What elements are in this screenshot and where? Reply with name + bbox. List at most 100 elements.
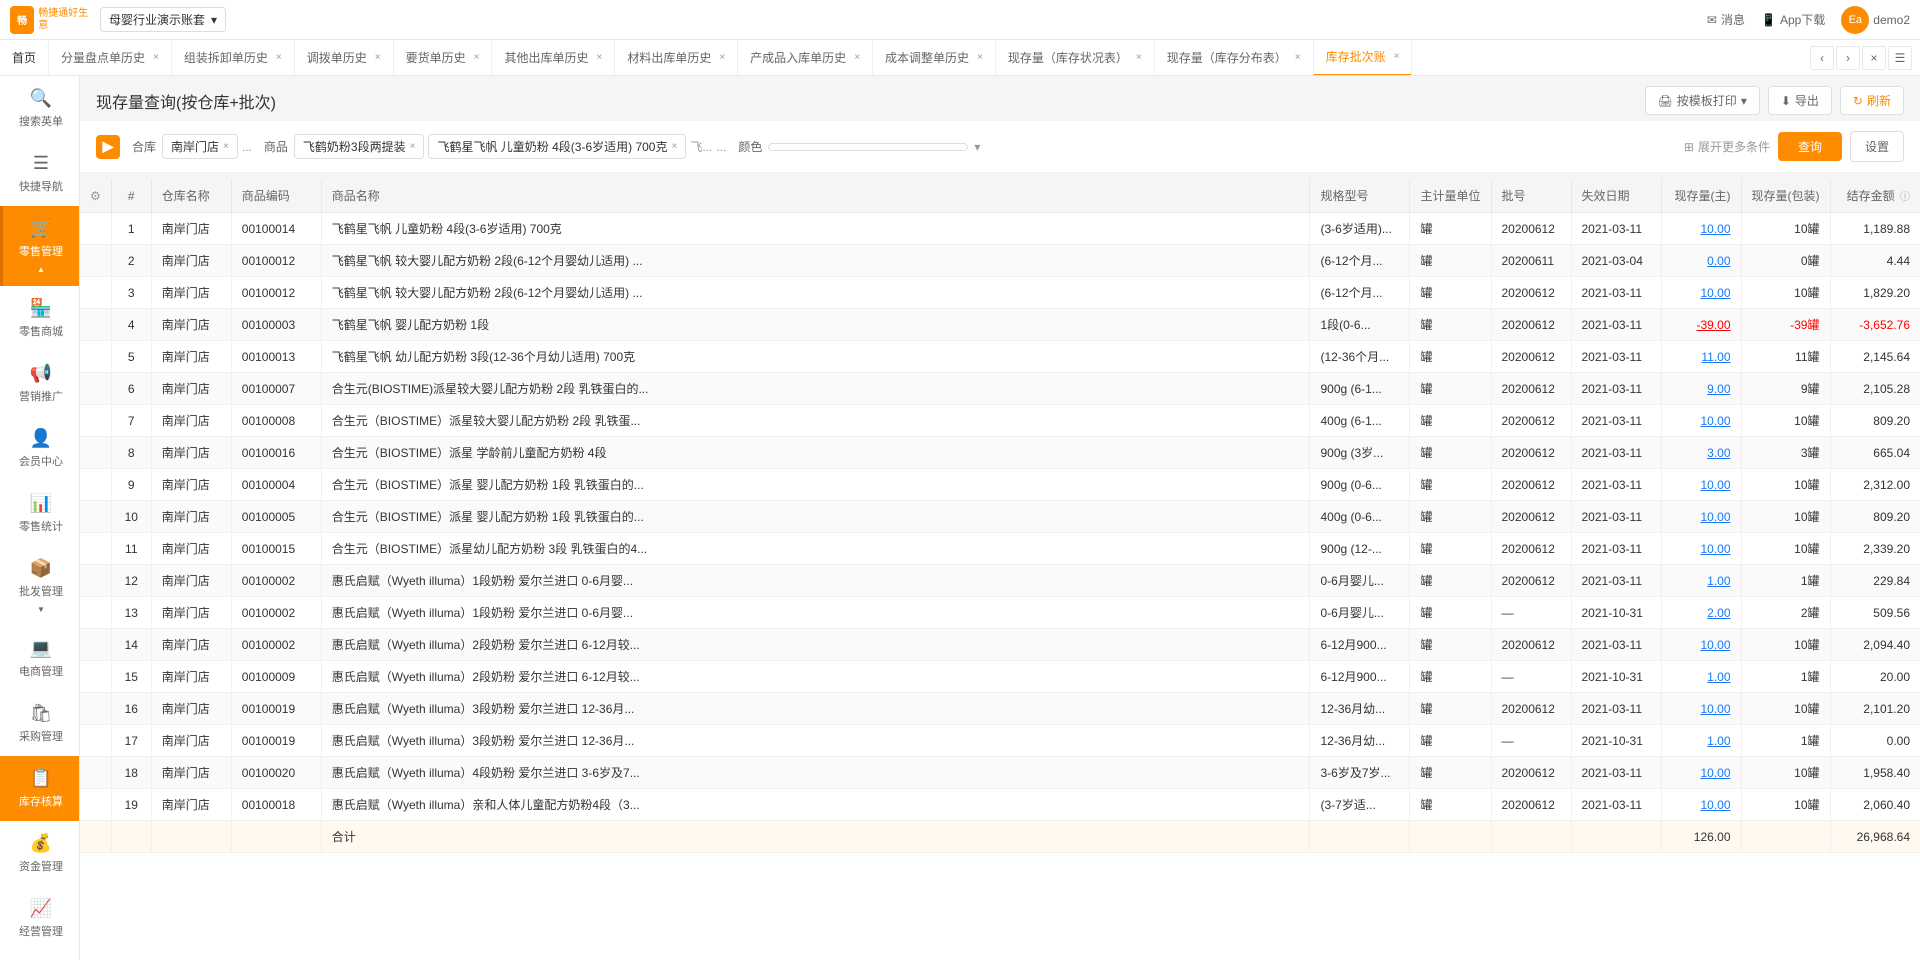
stock-main-value[interactable]: 0.00: [1707, 254, 1730, 268]
color-input[interactable]: [768, 143, 968, 151]
warehouse-tag[interactable]: 南岸门店 ×: [162, 134, 238, 159]
close-icon[interactable]: ×: [375, 52, 381, 63]
row-stock-main[interactable]: 0.00: [1661, 245, 1741, 277]
tab-xianccunzhuangkuang[interactable]: 现存量（库存状况表） ×: [996, 40, 1155, 76]
sidebar-item-member[interactable]: 👤 会员中心: [0, 416, 79, 481]
color-dropdown-icon[interactable]: ▾: [974, 140, 980, 154]
tab-diaobodanl[interactable]: 调拨单历史 ×: [295, 40, 394, 76]
sidebar-item-operations[interactable]: 📈 经营管理: [0, 886, 79, 951]
sidebar-item-purchase[interactable]: 🛍 采购管理: [0, 691, 79, 756]
print-btn[interactable]: 🖨 按模板打印 ▾: [1645, 86, 1760, 115]
sidebar-item-inventory[interactable]: 📋 库存核算: [0, 756, 79, 821]
stock-main-value[interactable]: 10.00: [1700, 478, 1730, 492]
sidebar-item-basic-info[interactable]: ℹ 基础信息: [0, 951, 79, 960]
close-icon[interactable]: ×: [474, 52, 480, 63]
close-icon[interactable]: ×: [977, 52, 983, 63]
tab-yaohuo[interactable]: 要货单历史 ×: [394, 40, 493, 76]
tab-next-btn[interactable]: ›: [1836, 46, 1860, 70]
stock-main-value[interactable]: 10.00: [1700, 702, 1730, 716]
tab-fenliangpandian[interactable]: 分量盘点单历史 ×: [49, 40, 172, 76]
tab-close-btn[interactable]: ×: [1862, 46, 1886, 70]
warehouse-more[interactable]: ...: [242, 140, 252, 154]
stock-main-value[interactable]: 10.00: [1700, 638, 1730, 652]
row-stock-main[interactable]: 11.00: [1661, 341, 1741, 373]
stock-main-value[interactable]: 3.00: [1707, 446, 1730, 460]
app-download-btn[interactable]: 📱 App下载: [1761, 11, 1825, 28]
refresh-btn[interactable]: ↻ 刷新: [1840, 86, 1904, 115]
row-stock-main[interactable]: 10.00: [1661, 533, 1741, 565]
stock-main-value[interactable]: 1.00: [1707, 734, 1730, 748]
row-stock-main[interactable]: 10.00: [1661, 693, 1741, 725]
tab-home[interactable]: 首页: [0, 40, 49, 76]
message-btn[interactable]: ✉ 消息: [1707, 11, 1745, 28]
product-tag-2-close[interactable]: ×: [671, 141, 677, 152]
row-stock-main[interactable]: 10.00: [1661, 405, 1741, 437]
close-icon[interactable]: ×: [153, 52, 159, 63]
user-area[interactable]: Ea demo2: [1841, 6, 1910, 34]
row-stock-main[interactable]: 10.00: [1661, 501, 1741, 533]
tab-cailiaochuku[interactable]: 材料出库单历史 ×: [615, 40, 738, 76]
product-tag-2[interactable]: 飞鹤星飞帆 儿童奶粉 4段(3-6岁适用) 700克 ×: [428, 134, 686, 159]
tab-chengchengruku[interactable]: 产成品入库单历史 ×: [738, 40, 873, 76]
row-stock-main[interactable]: 2.00: [1661, 597, 1741, 629]
tab-chengbentiaoj[interactable]: 成本调整单历史 ×: [873, 40, 996, 76]
stock-main-value[interactable]: 1.00: [1707, 574, 1730, 588]
expand-filter-btn[interactable]: ▶: [96, 135, 120, 159]
tab-prev-btn[interactable]: ‹: [1810, 46, 1834, 70]
row-stock-main[interactable]: 10.00: [1661, 757, 1741, 789]
stock-main-value[interactable]: 10.00: [1700, 414, 1730, 428]
stock-main-value[interactable]: 10.00: [1700, 798, 1730, 812]
tab-menu-btn[interactable]: ☰: [1888, 46, 1912, 70]
product-tag-1[interactable]: 飞鹤奶粉3段两提装 ×: [294, 134, 425, 159]
product-tag-1-close[interactable]: ×: [410, 141, 416, 152]
setting-btn[interactable]: 设置: [1850, 131, 1904, 162]
close-icon[interactable]: ×: [854, 52, 860, 63]
close-icon[interactable]: ×: [719, 52, 725, 63]
close-icon[interactable]: ×: [1295, 52, 1301, 63]
tab-kucunpici[interactable]: 库存批次账 ×: [1314, 40, 1413, 76]
sidebar-item-quicknav[interactable]: ☰ 快捷导航: [0, 141, 79, 206]
row-stock-main[interactable]: 10.00: [1661, 789, 1741, 821]
row-stock-main[interactable]: -39.00: [1661, 309, 1741, 341]
close-icon[interactable]: ×: [596, 52, 602, 63]
row-stock-main[interactable]: 1.00: [1661, 661, 1741, 693]
stock-main-value[interactable]: 10.00: [1700, 510, 1730, 524]
stock-main-value[interactable]: 2.00: [1707, 606, 1730, 620]
row-stock-main[interactable]: 10.00: [1661, 277, 1741, 309]
product-more-btn[interactable]: ...: [716, 140, 726, 154]
sidebar-item-ecommerce[interactable]: 💻 电商管理: [0, 626, 79, 691]
settings-icon[interactable]: ⚙: [90, 189, 101, 203]
sidebar-item-finance[interactable]: 💰 资金管理: [0, 821, 79, 886]
close-icon[interactable]: ×: [276, 52, 282, 63]
expand-conditions-btn[interactable]: ⊞ 展开更多条件: [1684, 138, 1770, 155]
row-stock-main[interactable]: 9.00: [1661, 373, 1741, 405]
row-stock-main[interactable]: 1.00: [1661, 725, 1741, 757]
sidebar-item-search[interactable]: 🔍 搜索英单: [0, 76, 79, 141]
close-icon[interactable]: ×: [1394, 51, 1400, 62]
stock-main-value[interactable]: 10.00: [1700, 286, 1730, 300]
tab-zuzhuangchaiqian[interactable]: 组装拆卸单历史 ×: [172, 40, 295, 76]
row-stock-main[interactable]: 10.00: [1661, 469, 1741, 501]
balance-info-icon[interactable]: ⓘ: [1900, 192, 1910, 203]
sidebar-item-retail-stat[interactable]: 📊 零售统计: [0, 481, 79, 546]
sidebar-item-marketing[interactable]: 📢 营销推广: [0, 351, 79, 416]
row-stock-main[interactable]: 10.00: [1661, 213, 1741, 245]
sidebar-item-retail-mgmt[interactable]: 🛒 零售管理 ▲: [0, 206, 79, 286]
stock-main-value[interactable]: 10.00: [1700, 542, 1730, 556]
warehouse-tag-close[interactable]: ×: [223, 141, 229, 152]
query-btn[interactable]: 查询: [1778, 132, 1842, 161]
stock-main-value[interactable]: 9.00: [1707, 382, 1730, 396]
row-stock-main[interactable]: 3.00: [1661, 437, 1741, 469]
stock-main-value[interactable]: 10.00: [1700, 222, 1730, 236]
stock-main-value[interactable]: 11.00: [1701, 350, 1730, 364]
close-icon[interactable]: ×: [1136, 52, 1142, 63]
stock-main-value[interactable]: 10.00: [1700, 766, 1730, 780]
row-stock-main[interactable]: 1.00: [1661, 565, 1741, 597]
sidebar-item-wholesale[interactable]: 📦 批发管理 ▼: [0, 546, 79, 626]
tab-xiancunfenbu[interactable]: 现存量（库存分布表） ×: [1155, 40, 1314, 76]
export-btn[interactable]: ⬇ 导出: [1768, 86, 1832, 115]
tab-qitachuku[interactable]: 其他出库单历史 ×: [492, 40, 615, 76]
stock-main-value[interactable]: 1.00: [1707, 670, 1730, 684]
sidebar-item-retail-mall[interactable]: 🏪 零售商城: [0, 286, 79, 351]
stock-main-value[interactable]: -39.00: [1696, 318, 1730, 332]
